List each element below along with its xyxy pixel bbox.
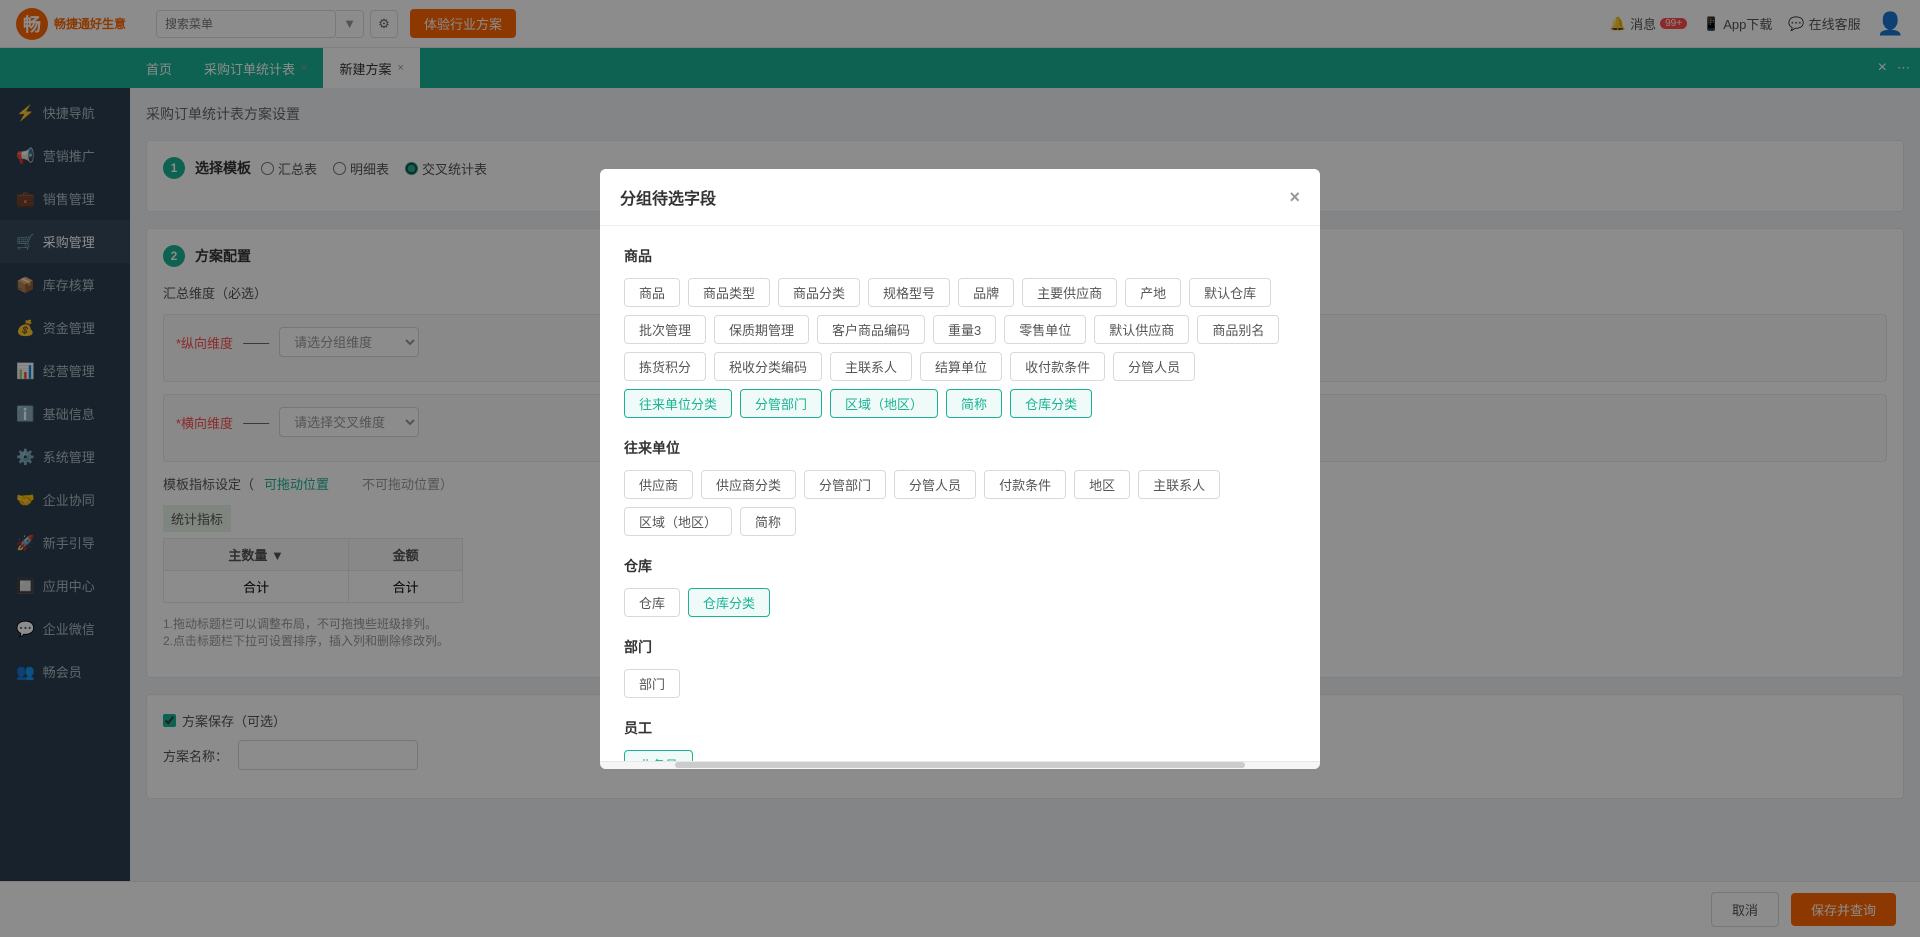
field-tag-alias[interactable]: 商品别名 [1197,315,1279,344]
modal-close-btn[interactable]: × [1289,188,1300,206]
modal-title: 分组待选字段 [620,185,716,209]
field-tag-origin[interactable]: 产地 [1125,278,1181,307]
field-tag-weight[interactable]: 重量3 [933,315,996,344]
modal-section-employee-title: 员工 [624,718,1296,738]
field-tag-dept[interactable]: 分管部门 [740,389,822,418]
modal-section-partner: 往来单位 供应商 供应商分类 分管部门 分管人员 付款条件 地区 主联系人 区域… [624,438,1296,536]
field-tag-region[interactable]: 区域（地区） [830,389,938,418]
field-tag-shortname[interactable]: 简称 [946,389,1002,418]
modal-section-warehouse: 仓库 仓库 仓库分类 [624,556,1296,617]
modal-overlay: 分组待选字段 × 商品 商品 商品类型 商品分类 规格型号 品牌 主要供应商 产… [0,0,1920,937]
modal-hscrollbar-thumb [675,762,1245,768]
field-tag-goods-cat[interactable]: 商品分类 [778,278,860,307]
field-tag-default-supplier[interactable]: 默认供应商 [1094,315,1189,344]
field-tag-settle-unit[interactable]: 结算单位 [920,352,1002,381]
field-tag-partner-shortname[interactable]: 简称 [740,507,796,536]
field-tag-batch[interactable]: 批次管理 [624,315,706,344]
modal-section-partner-title: 往来单位 [624,438,1296,458]
field-tag-brand[interactable]: 品牌 [958,278,1014,307]
field-tag-area[interactable]: 地区 [1074,470,1130,499]
field-tag-partner-contact[interactable]: 主联系人 [1138,470,1220,499]
field-tag-warehouse[interactable]: 仓库 [624,588,680,617]
field-tag-department[interactable]: 部门 [624,669,680,698]
field-tag-pick-score[interactable]: 拣货积分 [624,352,706,381]
field-tag-cust-code[interactable]: 客户商品编码 [817,315,925,344]
field-tag-tax-code[interactable]: 税收分类编码 [714,352,822,381]
field-tag-retail-unit[interactable]: 零售单位 [1004,315,1086,344]
field-tag-partner-manager[interactable]: 分管人员 [894,470,976,499]
warehouse-field-tags: 仓库 仓库分类 [624,588,1296,617]
modal-section-dept-title: 部门 [624,637,1296,657]
field-tag-salesperson[interactable]: 业务员 [624,750,693,761]
field-tag-partner-region[interactable]: 区域（地区） [624,507,732,536]
modal-section-goods-title: 商品 [624,246,1296,266]
field-tag-main-supplier[interactable]: 主要供应商 [1022,278,1117,307]
modal-section-employee: 员工 业务员 [624,718,1296,761]
modal-header: 分组待选字段 × [600,169,1320,226]
field-tag-supplier-cat[interactable]: 供应商分类 [701,470,796,499]
modal-section-dept: 部门 部门 [624,637,1296,698]
field-tag-default-warehouse[interactable]: 默认仓库 [1189,278,1271,307]
field-tag-spec[interactable]: 规格型号 [868,278,950,307]
dept-field-tags: 部门 [624,669,1296,698]
employee-field-tags: 业务员 [624,750,1296,761]
field-tag-partner-dept[interactable]: 分管部门 [804,470,886,499]
field-tag-shelf[interactable]: 保质期管理 [714,315,809,344]
field-tag-supplier[interactable]: 供应商 [624,470,693,499]
field-tag-warehouse-cat[interactable]: 仓库分类 [1010,389,1092,418]
field-tag-payment-cond[interactable]: 付款条件 [984,470,1066,499]
field-tag-warehouse-category[interactable]: 仓库分类 [688,588,770,617]
modal-section-warehouse-title: 仓库 [624,556,1296,576]
partner-field-tags: 供应商 供应商分类 分管部门 分管人员 付款条件 地区 主联系人 区域（地区） … [624,470,1296,536]
modal-hscrollbar[interactable] [600,761,1320,769]
field-tag-main-contact[interactable]: 主联系人 [830,352,912,381]
field-tag-payment-term[interactable]: 收付款条件 [1010,352,1105,381]
modal-body[interactable]: 商品 商品 商品类型 商品分类 规格型号 品牌 主要供应商 产地 默认仓库 批次… [600,226,1320,761]
field-tag-biz-cat[interactable]: 往来单位分类 [624,389,732,418]
field-tag-goods-type[interactable]: 商品类型 [688,278,770,307]
field-tag-manager[interactable]: 分管人员 [1113,352,1195,381]
field-tag-goods[interactable]: 商品 [624,278,680,307]
modal-dialog: 分组待选字段 × 商品 商品 商品类型 商品分类 规格型号 品牌 主要供应商 产… [600,169,1320,769]
modal-section-goods: 商品 商品 商品类型 商品分类 规格型号 品牌 主要供应商 产地 默认仓库 批次… [624,246,1296,418]
goods-field-tags: 商品 商品类型 商品分类 规格型号 品牌 主要供应商 产地 默认仓库 批次管理 … [624,278,1296,418]
